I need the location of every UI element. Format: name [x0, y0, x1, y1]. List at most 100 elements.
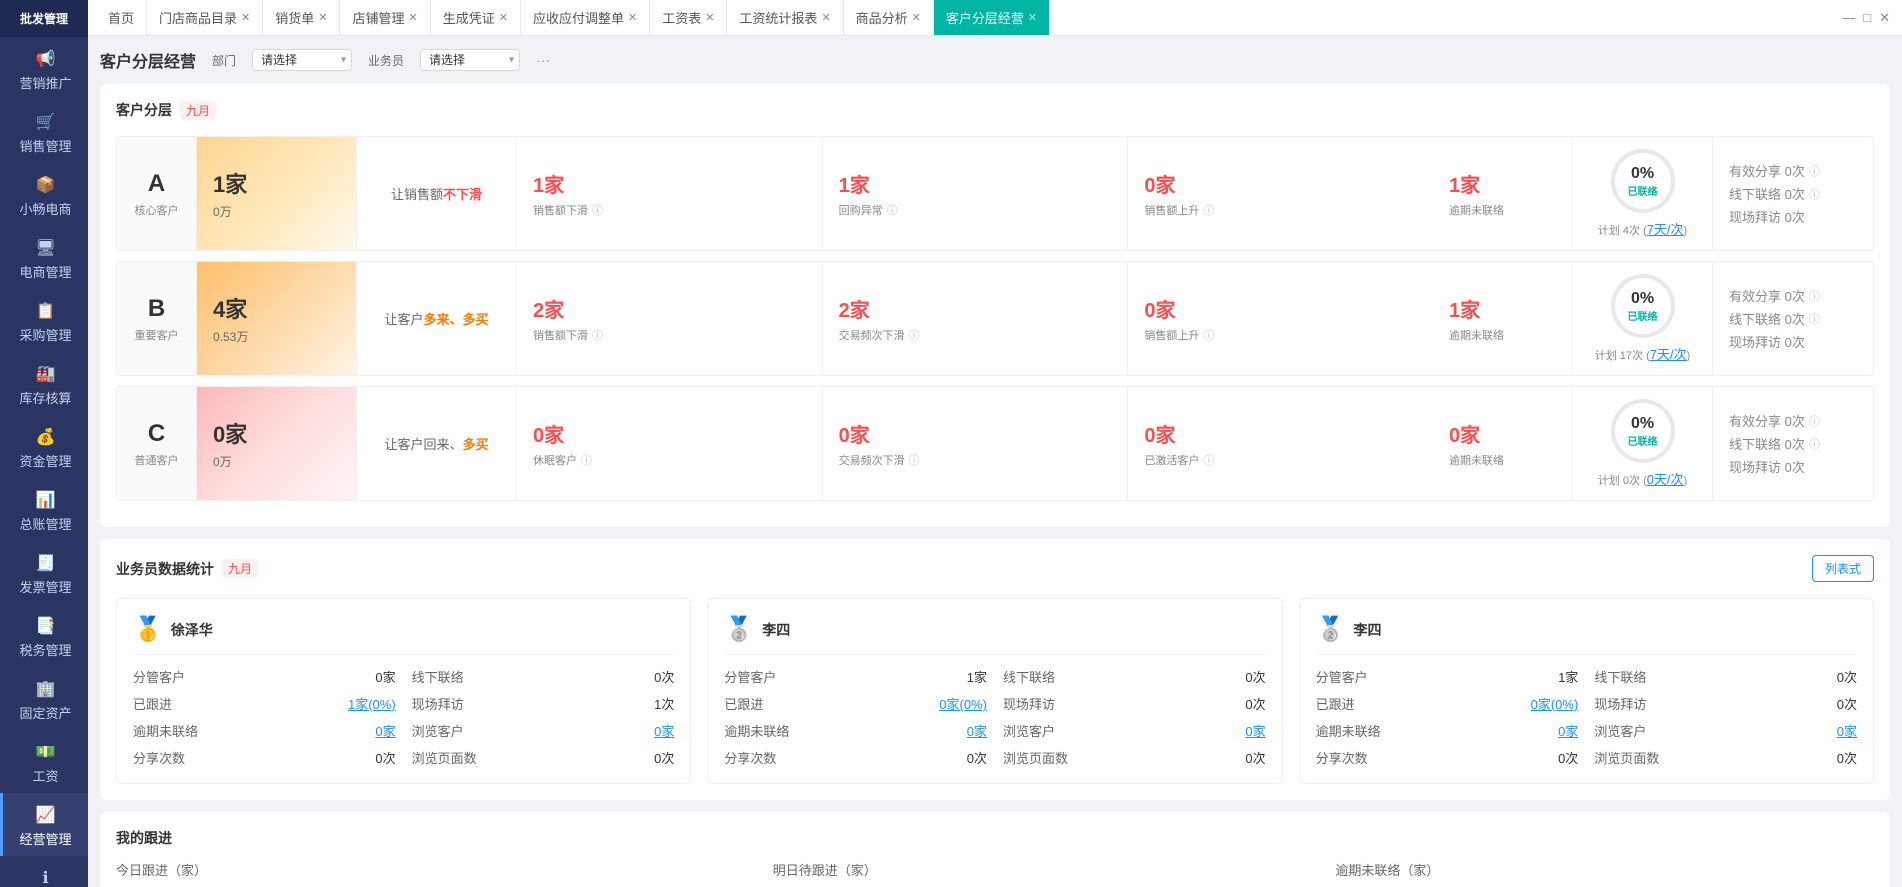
- tab-close-receivable[interactable]: ✕: [628, 11, 637, 24]
- staff-card-0: 🥇 徐泽华 分管客户 0家 线下联络 0次 已跟进: [116, 598, 691, 784]
- sidebar-item-ecom[interactable]: 🖥 电商管理: [0, 226, 88, 289]
- staff-medal-2: 🥈: [1316, 615, 1346, 644]
- tab-store-manage[interactable]: 店铺管理 ✕: [340, 0, 430, 36]
- meta-info-a-0[interactable]: ⓘ: [1809, 163, 1820, 179]
- info-icon-b-1[interactable]: ⓘ: [909, 327, 920, 343]
- plan-link-c[interactable]: 0天/次: [1647, 472, 1684, 487]
- staff-link-1-2[interactable]: 0家(0%): [939, 694, 987, 713]
- tab-sales-order[interactable]: 销货单 ✕: [263, 0, 340, 36]
- sidebar-item-purchase[interactable]: 📋 采购管理: [0, 289, 88, 352]
- slogan-highlight-b: 多来、多买: [424, 312, 489, 327]
- staff-stat-0-1: 线下联络 0次: [412, 667, 675, 686]
- tab-store-products[interactable]: 门店商品目录 ✕: [147, 0, 263, 36]
- contact-count-a[interactable]: 1家: [1449, 169, 1556, 198]
- staff-link-1-4[interactable]: 0家: [967, 721, 987, 740]
- meta-info-b-0[interactable]: ⓘ: [1809, 288, 1820, 304]
- tab-home[interactable]: 首页: [96, 0, 147, 36]
- stat-label-c-1: 交易频次下滑 ⓘ: [839, 452, 1112, 468]
- staff-header-2: 🥈 李四: [1316, 615, 1857, 655]
- sidebar-item-accounting[interactable]: 📊 总账管理: [0, 478, 88, 541]
- tab-close-product-analysis[interactable]: ✕: [912, 11, 921, 24]
- sidebar-item-inventory[interactable]: 🏭 库存核算: [0, 352, 88, 415]
- info-icon-c-1[interactable]: ⓘ: [909, 452, 920, 468]
- accounting-icon: 📊: [7, 490, 84, 510]
- dept-label: 部门: [212, 52, 236, 69]
- stat-count-a-2[interactable]: 0家: [1144, 169, 1417, 198]
- tab-payroll-report[interactable]: 工资统计报表 ✕: [727, 0, 843, 36]
- tier-label-c: C 普通客户: [117, 387, 197, 500]
- info-icon-b-2[interactable]: ⓘ: [1203, 327, 1214, 343]
- staff-link-2-2[interactable]: 0家(0%): [1531, 694, 1579, 713]
- meta-info-c-0[interactable]: ⓘ: [1809, 413, 1820, 429]
- stat-c-1: 0家 交易频次下滑 ⓘ: [823, 387, 1129, 500]
- staff-link-2-4[interactable]: 0家: [1558, 721, 1578, 740]
- sidebar-item-payroll[interactable]: 💵 工资: [0, 730, 88, 793]
- tab-close-payroll-table[interactable]: ✕: [705, 11, 714, 24]
- info-icon-c-0[interactable]: ⓘ: [581, 452, 592, 468]
- info-icon-c-2[interactable]: ⓘ: [1203, 452, 1214, 468]
- sidebar-item-small-ecom[interactable]: 📦 小畅电商: [0, 163, 88, 226]
- meta-info-c-1[interactable]: ⓘ: [1809, 436, 1820, 452]
- plan-link-a[interactable]: 7天/次: [1647, 222, 1684, 237]
- sidebar-item-marketing[interactable]: 📢 营销推广: [0, 37, 88, 100]
- more-filter-btn[interactable]: ···: [536, 52, 550, 68]
- meta-info-b-1[interactable]: ⓘ: [1809, 311, 1820, 327]
- purchase-icon: 📋: [7, 301, 84, 321]
- info-icon-b-0[interactable]: ⓘ: [592, 327, 603, 343]
- plan-link-b[interactable]: 7天/次: [1650, 347, 1687, 362]
- tab-product-analysis[interactable]: 商品分析 ✕: [844, 0, 934, 36]
- tab-close-voucher[interactable]: ✕: [499, 11, 508, 24]
- sidebar-item-management[interactable]: 📈 经营管理: [0, 793, 88, 856]
- stat-count-b-1[interactable]: 2家: [839, 294, 1112, 323]
- stat-count-a-1[interactable]: 1家: [839, 169, 1112, 198]
- sidebar-item-invoice[interactable]: 🧾 发票管理: [0, 541, 88, 604]
- info-icon-a-2[interactable]: ⓘ: [1203, 202, 1214, 218]
- tab-payroll-table[interactable]: 工资表 ✕: [650, 0, 727, 36]
- contact-count-c[interactable]: 0家: [1449, 419, 1556, 448]
- stat-count-a-0[interactable]: 1家: [533, 169, 806, 198]
- staff-select[interactable]: 请选择: [420, 49, 520, 71]
- stat-count-c-0[interactable]: 0家: [533, 419, 806, 448]
- stat-count-b-0[interactable]: 2家: [533, 294, 806, 323]
- tax-icon: 📑: [7, 616, 84, 636]
- tier-circle-a: 0% 已联络 计划 4次 (7天/次): [1573, 137, 1713, 250]
- contact-count-b[interactable]: 1家: [1449, 294, 1556, 323]
- tier-contact-b: 1家 逾期未联络: [1433, 262, 1573, 375]
- stat-count-c-1[interactable]: 0家: [839, 419, 1112, 448]
- meta-visit-c: 现场拜访 0次: [1729, 457, 1857, 476]
- tab-customer-tier[interactable]: 客户分层经营 ✕: [934, 0, 1050, 36]
- staff-link-0-2[interactable]: 1家(0%): [348, 694, 396, 713]
- info-icon-a-0[interactable]: ⓘ: [592, 202, 603, 218]
- sidebar-logo[interactable]: 批发管理: [0, 0, 88, 37]
- tab-receivable[interactable]: 应收应付调整单 ✕: [521, 0, 650, 36]
- stat-c-0: 0家 休眠客户 ⓘ: [517, 387, 823, 500]
- staff-stat-0-3: 现场拜访 1次: [412, 694, 675, 713]
- follow-overdue-label: 逾期未联络（家）: [1335, 860, 1874, 879]
- staff-link-1-5[interactable]: 0家: [1245, 721, 1265, 740]
- sidebar-item-basic[interactable]: ℹ 基础信息: [0, 856, 88, 887]
- contact-label-a: 逾期未联络: [1449, 202, 1556, 218]
- sidebar-item-assets[interactable]: 🏢 固定资产: [0, 667, 88, 730]
- tab-voucher[interactable]: 生成凭证 ✕: [431, 0, 521, 36]
- tab-close-all-icon[interactable]: ✕: [1879, 10, 1890, 26]
- tab-close-store-products[interactable]: ✕: [241, 11, 250, 24]
- tab-close-payroll-report[interactable]: ✕: [821, 11, 830, 24]
- sidebar-item-sales[interactable]: 🛒 销售管理: [0, 100, 88, 163]
- meta-info-a-1[interactable]: ⓘ: [1809, 186, 1820, 202]
- staff-link-0-4[interactable]: 0家: [375, 721, 395, 740]
- tab-minimize-icon[interactable]: —: [1842, 10, 1855, 26]
- stat-count-c-2[interactable]: 0家: [1144, 419, 1417, 448]
- tab-maximize-icon[interactable]: □: [1863, 10, 1871, 26]
- sidebar-item-finance[interactable]: 💰 资金管理: [0, 415, 88, 478]
- staff-link-0-5[interactable]: 0家: [654, 721, 674, 740]
- tab-close-store-manage[interactable]: ✕: [409, 11, 418, 24]
- list-view-btn[interactable]: 列表式: [1812, 555, 1874, 582]
- tab-close-sales-order[interactable]: ✕: [318, 11, 327, 24]
- follow-overdue-block: 逾期未联络（家） A类（核心）客户 0家: [1335, 860, 1874, 887]
- staff-link-2-5[interactable]: 0家: [1837, 721, 1857, 740]
- dept-select[interactable]: 请选择: [252, 49, 352, 71]
- tab-close-customer-tier[interactable]: ✕: [1028, 11, 1037, 24]
- sidebar-item-tax[interactable]: 📑 税务管理: [0, 604, 88, 667]
- info-icon-a-1[interactable]: ⓘ: [887, 202, 898, 218]
- stat-count-b-2[interactable]: 0家: [1144, 294, 1417, 323]
